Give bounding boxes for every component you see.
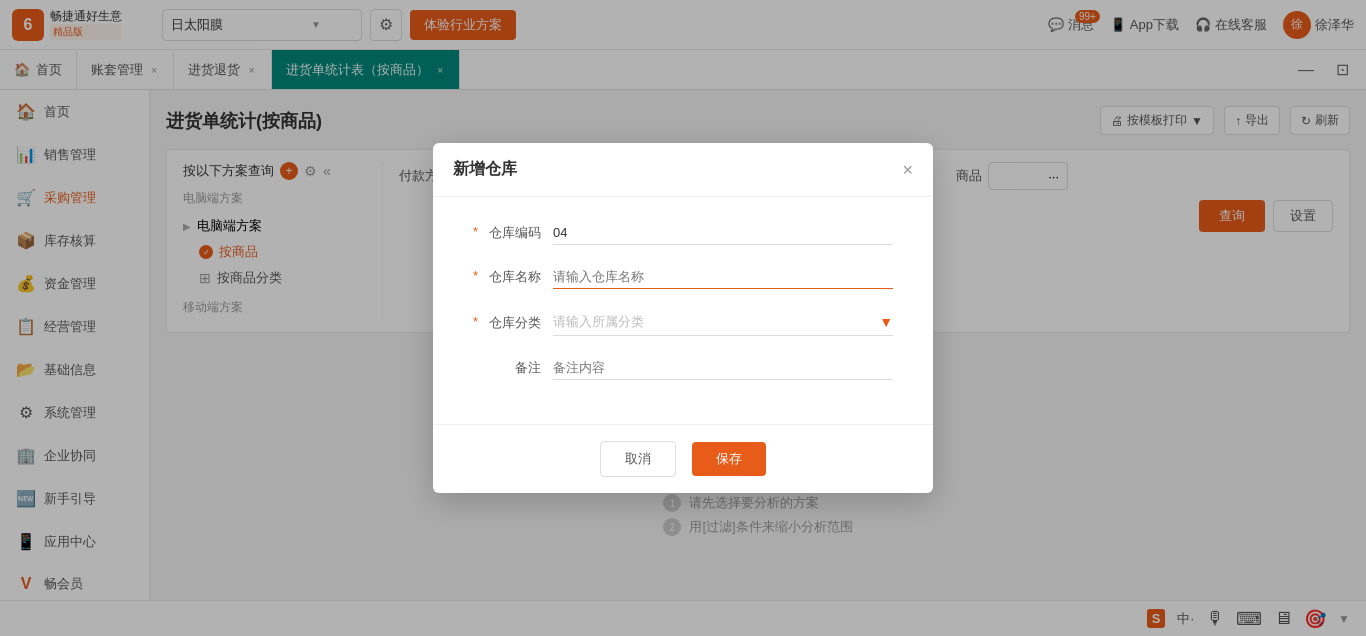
warehouse-code-input[interactable] [553, 221, 893, 245]
category-dropdown-icon: ▼ [879, 314, 893, 330]
form-row-name: 仓库名称 [473, 265, 893, 289]
warehouse-note-input[interactable] [553, 356, 893, 380]
form-row-code: 仓库编码 [473, 221, 893, 245]
dialog-title: 新增仓库 [453, 159, 517, 180]
dialog-footer: 取消 保存 [433, 424, 933, 493]
save-button[interactable]: 保存 [692, 442, 766, 476]
code-label: 仓库编码 [473, 224, 553, 242]
name-label: 仓库名称 [473, 268, 553, 286]
dialog-overlay[interactable]: 新增仓库 × 仓库编码 仓库名称 仓库分类 请输入所属分类 ▼ [0, 0, 1366, 636]
category-label: 仓库分类 [473, 314, 553, 332]
cancel-button[interactable]: 取消 [600, 441, 676, 477]
note-label: 备注 [473, 359, 553, 377]
dialog-body: 仓库编码 仓库名称 仓库分类 请输入所属分类 ▼ 备注 [433, 197, 933, 424]
dialog-close-button[interactable]: × [902, 161, 913, 179]
warehouse-name-input[interactable] [553, 265, 893, 289]
form-row-category: 仓库分类 请输入所属分类 ▼ [473, 309, 893, 336]
warehouse-category-select[interactable]: 请输入所属分类 ▼ [553, 309, 893, 336]
form-row-note: 备注 [473, 356, 893, 380]
new-warehouse-dialog: 新增仓库 × 仓库编码 仓库名称 仓库分类 请输入所属分类 ▼ [433, 143, 933, 493]
category-placeholder: 请输入所属分类 [553, 313, 644, 331]
dialog-header: 新增仓库 × [433, 143, 933, 197]
